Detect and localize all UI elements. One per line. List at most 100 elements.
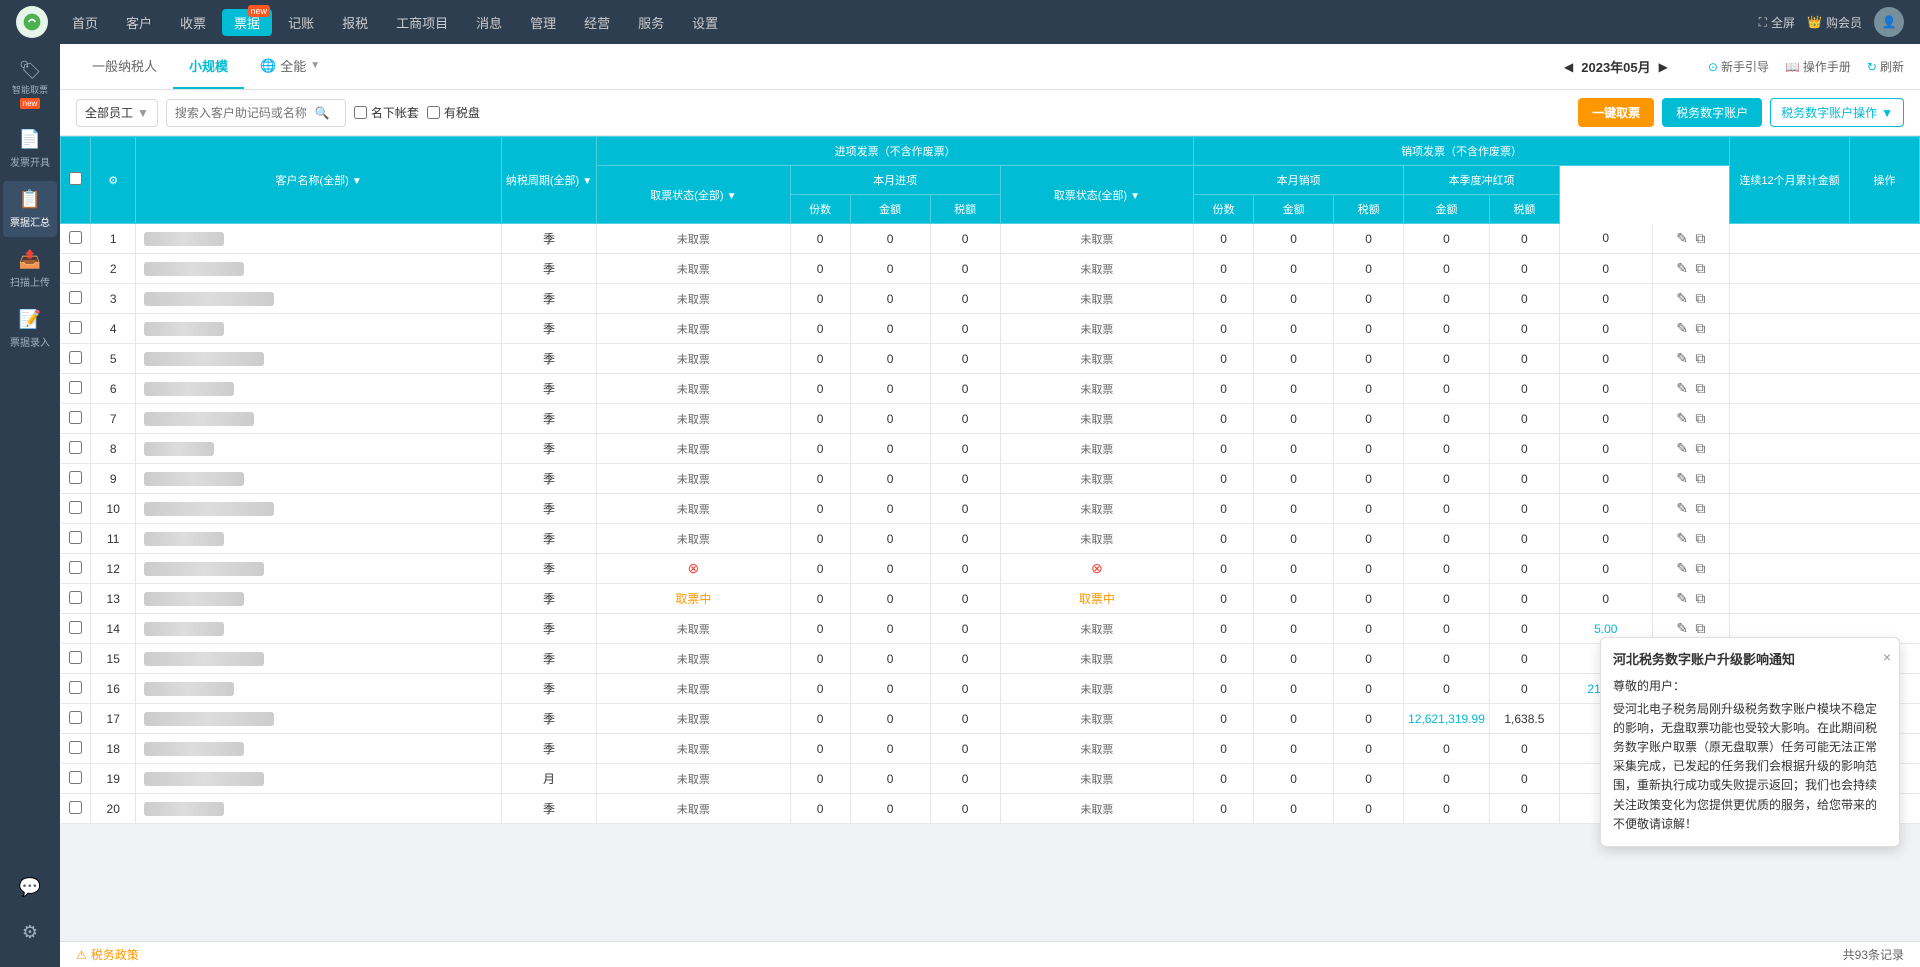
sidebar-item-invoice-entry[interactable]: 📝 票据录入	[3, 301, 57, 357]
checkbox-account-set-input[interactable]	[354, 106, 367, 119]
copy-icon[interactable]: ⧉	[1695, 470, 1705, 486]
checkbox-account-set[interactable]: 名下帐套	[354, 104, 419, 121]
user-avatar[interactable]: 👤	[1874, 7, 1904, 37]
checkbox-tax-disk-input[interactable]	[427, 106, 440, 119]
row-checkbox[interactable]	[69, 561, 82, 574]
guide-btn[interactable]: ⊙ 新手引导	[1708, 58, 1769, 75]
row-checkbox[interactable]	[69, 621, 82, 634]
row-checkbox[interactable]	[69, 591, 82, 604]
row-checkbox[interactable]	[69, 441, 82, 454]
notification-close-btn[interactable]: ×	[1883, 646, 1891, 668]
member-btn[interactable]: 👑 购会员	[1807, 14, 1862, 31]
copy-icon[interactable]: ⧉	[1695, 380, 1705, 396]
edit-icon[interactable]: ✎	[1676, 500, 1688, 516]
row-checkbox[interactable]	[69, 741, 82, 754]
edit-icon[interactable]: ✎	[1676, 230, 1688, 246]
nav-business[interactable]: 工商项目	[384, 9, 460, 36]
filter-icon[interactable]: ▼	[352, 176, 362, 187]
row-checkbox[interactable]	[69, 771, 82, 784]
tab-general-taxpayer[interactable]: 一般纳税人	[76, 44, 173, 89]
tab-all[interactable]: 🌐 全能 ▼	[244, 44, 336, 89]
row-checkbox[interactable]	[69, 381, 82, 394]
select-all-checkbox[interactable]	[69, 172, 82, 185]
tab-small-scale[interactable]: 小规模	[173, 44, 244, 89]
nav-client[interactable]: 客户	[114, 9, 164, 36]
period-prev-btn[interactable]: ◀	[1564, 60, 1573, 74]
copy-icon[interactable]: ⧉	[1695, 230, 1705, 246]
nav-service[interactable]: 服务	[626, 9, 676, 36]
copy-icon[interactable]: ⧉	[1695, 590, 1705, 606]
edit-icon[interactable]: ✎	[1676, 560, 1688, 576]
copy-icon[interactable]: ⧉	[1695, 560, 1705, 576]
in-status-filter-icon[interactable]: ▼	[727, 191, 737, 202]
period-next-btn[interactable]: ▶	[1659, 60, 1668, 74]
nav-message[interactable]: 消息	[464, 9, 514, 36]
row-checkbox[interactable]	[69, 321, 82, 334]
edit-icon[interactable]: ✎	[1676, 350, 1688, 366]
nav-operation[interactable]: 经营	[572, 9, 622, 36]
manual-btn[interactable]: 📖 操作手册	[1785, 58, 1851, 75]
row-checkbox[interactable]	[69, 711, 82, 724]
row-checkbox[interactable]	[69, 681, 82, 694]
edit-icon[interactable]: ✎	[1676, 530, 1688, 546]
row-checkbox[interactable]	[69, 231, 82, 244]
edit-icon[interactable]: ✎	[1676, 380, 1688, 396]
tax-operation-btn[interactable]: 税务数字账户操作 ▼	[1770, 98, 1904, 127]
edit-icon[interactable]: ✎	[1676, 470, 1688, 486]
nav-receive[interactable]: 收票	[168, 9, 218, 36]
copy-icon[interactable]: ⧉	[1695, 260, 1705, 276]
tax-policy-bar[interactable]: ⚠ 税务政策	[76, 946, 139, 963]
red-amount-link[interactable]: 12,621,319.99	[1408, 712, 1485, 726]
sidebar-message[interactable]: 💬	[3, 869, 57, 906]
search-icon[interactable]: 🔍	[315, 106, 330, 120]
row-checkbox[interactable]	[69, 651, 82, 664]
edit-icon[interactable]: ✎	[1676, 290, 1688, 306]
tax-digital-btn[interactable]: 税务数字账户	[1662, 98, 1762, 127]
nav-settings[interactable]: 设置	[680, 9, 730, 36]
edit-icon[interactable]: ✎	[1676, 320, 1688, 336]
sidebar-item-invoice-open[interactable]: 📄 发票开具	[3, 121, 57, 177]
copy-icon[interactable]: ⧉	[1695, 350, 1705, 366]
edit-icon[interactable]: ✎	[1676, 440, 1688, 456]
sidebar-item-smart-ticket[interactable]: 🏷 智能取票 new	[3, 52, 57, 117]
row-checkbox[interactable]	[69, 471, 82, 484]
nav-manage[interactable]: 管理	[518, 9, 568, 36]
refresh-btn[interactable]: ↻ 刷新	[1867, 58, 1904, 75]
copy-icon[interactable]: ⧉	[1695, 410, 1705, 426]
one-key-btn[interactable]: 一键取票	[1578, 98, 1654, 127]
copy-icon[interactable]: ⧉	[1695, 320, 1705, 336]
accum-value[interactable]: 5.00	[1594, 622, 1617, 636]
edit-icon[interactable]: ✎	[1676, 410, 1688, 426]
checkbox-tax-disk[interactable]: 有税盘	[427, 104, 480, 121]
sidebar-item-scan-upload[interactable]: 📤 扫描上传	[3, 241, 57, 297]
sidebar-item-invoice-summary[interactable]: 📋 票据汇总	[3, 181, 57, 237]
search-input[interactable]	[175, 106, 315, 120]
row-op-cell: ✎ ⧉	[1652, 344, 1729, 374]
row-checkbox[interactable]	[69, 411, 82, 424]
copy-icon[interactable]: ⧉	[1695, 440, 1705, 456]
row-in-count-cell: 0	[790, 494, 850, 524]
edit-icon[interactable]: ✎	[1676, 260, 1688, 276]
nav-home[interactable]: 首页	[60, 9, 110, 36]
period-filter-icon[interactable]: ▼	[582, 176, 592, 187]
copy-icon[interactable]: ⧉	[1695, 290, 1705, 306]
nav-invoice[interactable]: 票据 new	[222, 9, 272, 36]
nav-tax[interactable]: 报税	[330, 9, 380, 36]
fullscreen-btn[interactable]: ⛶ 全屏	[1759, 14, 1795, 31]
row-checkbox[interactable]	[69, 531, 82, 544]
row-checkbox[interactable]	[69, 501, 82, 514]
employee-select[interactable]: 全部员工 ▼	[76, 99, 158, 127]
nav-accounting[interactable]: 记账	[276, 9, 326, 36]
row-checkbox[interactable]	[69, 291, 82, 304]
copy-icon[interactable]: ⧉	[1695, 500, 1705, 516]
row-checkbox[interactable]	[69, 261, 82, 274]
edit-icon[interactable]: ✎	[1676, 620, 1688, 636]
out-status-filter-icon[interactable]: ▼	[1130, 191, 1140, 202]
row-checkbox[interactable]	[69, 351, 82, 364]
sidebar-settings[interactable]: ⚙	[3, 914, 57, 951]
edit-icon[interactable]: ✎	[1676, 590, 1688, 606]
copy-icon[interactable]: ⧉	[1695, 530, 1705, 546]
settings-col-icon[interactable]: ⚙	[108, 175, 118, 187]
row-checkbox[interactable]	[69, 801, 82, 814]
copy-icon[interactable]: ⧉	[1695, 620, 1705, 636]
